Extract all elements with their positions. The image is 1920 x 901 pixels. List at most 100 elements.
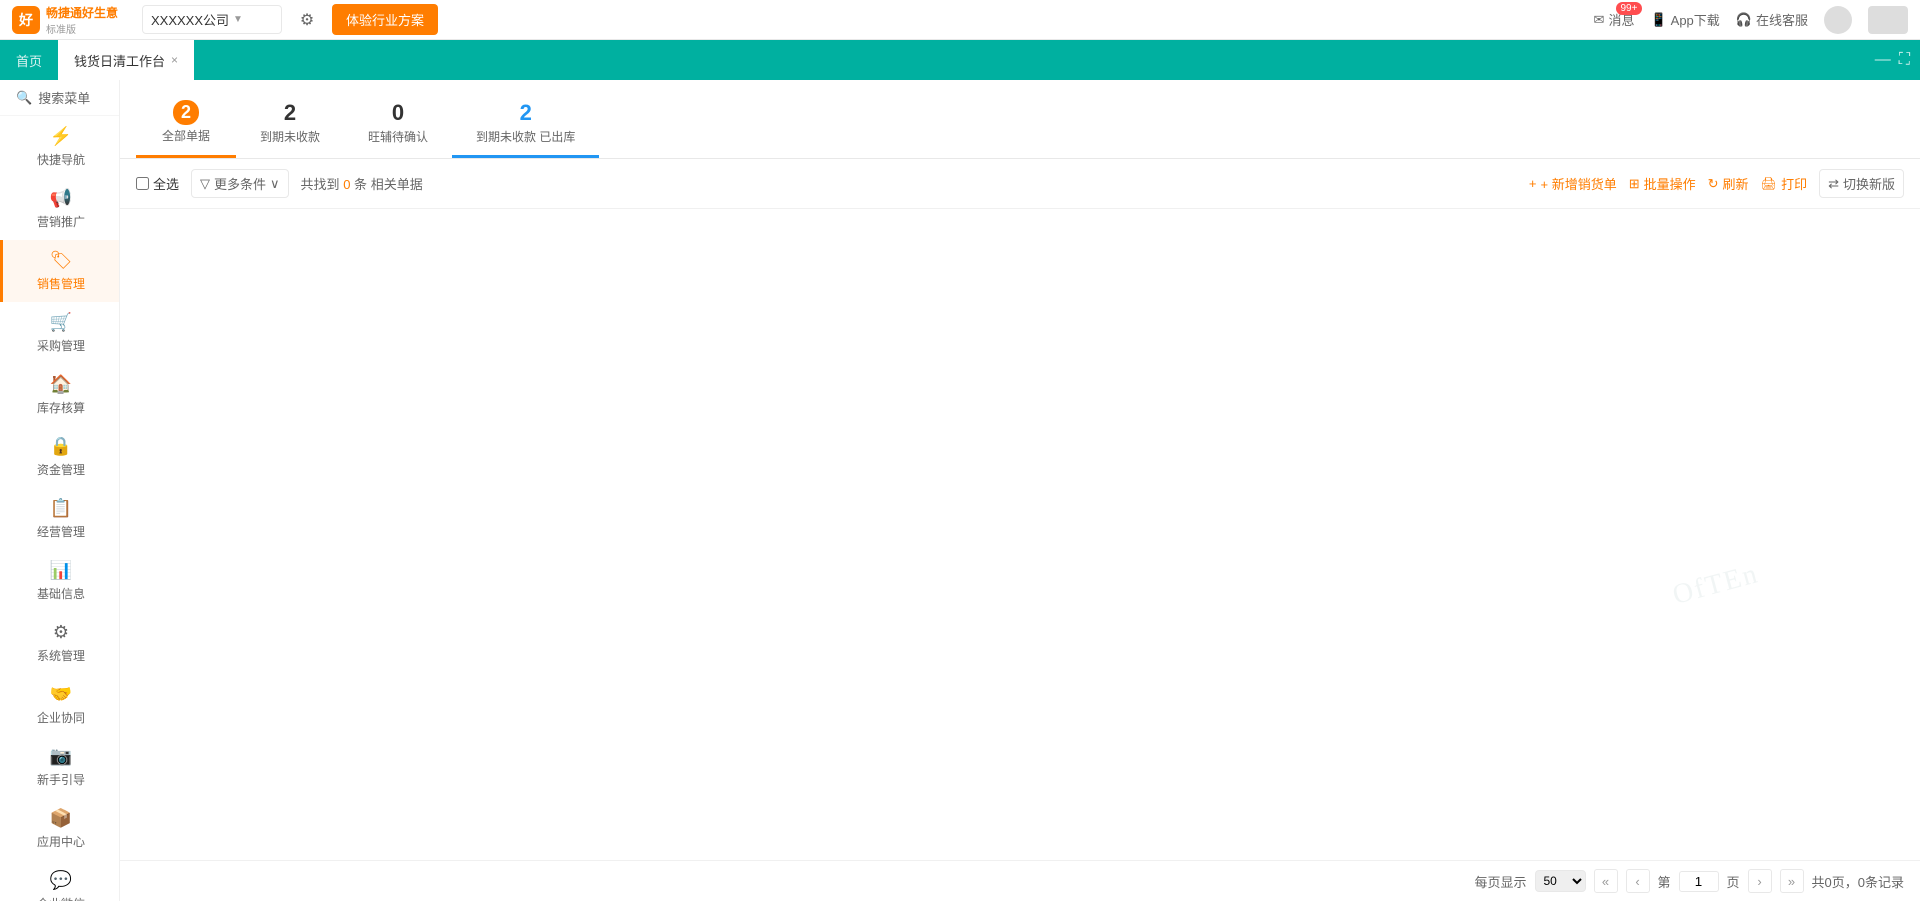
- toolbar: 全选 ▽ 更多条件 ∨ 共找到 0 条 相关单据 + + 新增销货单 ⊞ 批量操…: [120, 159, 1920, 209]
- sidebar-item-label: 企业微信: [37, 895, 85, 901]
- search-icon: 🔍: [16, 90, 32, 106]
- company-name: XXXXXX公司: [151, 10, 229, 29]
- tab-home[interactable]: 首页: [0, 40, 58, 80]
- add-sale-order-button[interactable]: + + 新增销货单: [1529, 174, 1617, 193]
- sidebar-item-label: 销售管理: [37, 275, 85, 292]
- tab-maximize-button[interactable]: ⛶: [1899, 51, 1910, 69]
- status-tab-all-num: 2: [173, 100, 199, 125]
- filter-label: 更多条件: [214, 174, 266, 193]
- sidebar-item-sales[interactable]: 🏷 销售管理: [0, 240, 119, 302]
- pagination: 每页显示 50 100 200 « ‹ 第 页 › » 共0页，0条记录: [120, 860, 1920, 901]
- switch-icon: ⇄: [1828, 176, 1839, 192]
- sidebar-item-inventory[interactable]: 🏠 库存核算: [0, 364, 119, 426]
- page-input[interactable]: [1679, 871, 1719, 892]
- logo-area: 好 畅捷通好生意 标准版: [12, 4, 132, 36]
- sidebar-item-label: 系统管理: [37, 647, 85, 664]
- status-tab-overdue[interactable]: 2 到期未收款: [236, 92, 344, 158]
- message-badge: 99+: [1616, 2, 1643, 15]
- topbar-left: 好 畅捷通好生意 标准版 XXXXXX公司 ▼ ⚙ 体验行业方案: [12, 4, 438, 36]
- marketing-icon: 📢: [50, 188, 72, 209]
- status-tab-overdue-shipped[interactable]: 2 到期未收款 已出库: [452, 92, 599, 158]
- system-icon: ⚙: [53, 622, 69, 643]
- sidebar-item-purchase[interactable]: 🛒 采购管理: [0, 302, 119, 364]
- basic-info-icon: 📊: [50, 560, 72, 581]
- topbar: 好 畅捷通好生意 标准版 XXXXXX公司 ▼ ⚙ 体验行业方案 ✉ 消息 99…: [0, 0, 1920, 40]
- sidebar-item-app-center[interactable]: 📦 应用中心: [0, 798, 119, 860]
- total-label: 共0页，0条记录: [1812, 872, 1904, 891]
- sidebar-item-system[interactable]: ⚙ 系统管理: [0, 612, 119, 674]
- per-page-select[interactable]: 50 100 200: [1535, 870, 1586, 892]
- status-tab-all[interactable]: 2 全部单据: [136, 92, 236, 158]
- sidebar-item-label: 企业协同: [37, 709, 85, 726]
- sidebar-item-label: 快捷导航: [37, 151, 85, 168]
- avatar[interactable]: [1824, 6, 1852, 34]
- status-tab-overdue-shipped-label: 到期未收款 已出库: [476, 128, 575, 145]
- sidebar-item-enterprise[interactable]: 🤝 企业协同: [0, 674, 119, 736]
- refresh-icon: ↻: [1708, 176, 1719, 192]
- sidebar-item-label: 新手引导: [37, 771, 85, 788]
- next-page-button[interactable]: ›: [1748, 869, 1772, 893]
- tab-active[interactable]: 钱货日清工作台 ×: [58, 40, 194, 80]
- guide-icon: 📷: [50, 746, 72, 767]
- app-download-button[interactable]: 📱 App下载: [1650, 10, 1719, 29]
- status-tabs: 2 全部单据 2 到期未收款 0 旺辅待确认 2 到期未收款 已出库: [120, 80, 1920, 159]
- user-menu[interactable]: [1868, 6, 1908, 34]
- last-page-button[interactable]: »: [1780, 869, 1804, 893]
- print-label: 打印: [1781, 174, 1807, 193]
- company-selector[interactable]: XXXXXX公司 ▼: [142, 5, 282, 34]
- print-icon: 🖨: [1761, 176, 1778, 192]
- select-all-checkbox[interactable]: 全选: [136, 174, 179, 193]
- sidebar-item-capital[interactable]: 🔒 资金管理: [0, 426, 119, 488]
- sidebar-item-label: 基础信息: [37, 585, 85, 602]
- watermark: OfTEn: [1670, 558, 1763, 612]
- found-unit: 条: [354, 177, 367, 192]
- message-button[interactable]: ✉ 消息 99+: [1594, 10, 1635, 29]
- refresh-button[interactable]: ↻ 刷新: [1708, 174, 1749, 193]
- select-all-label: 全选: [153, 174, 179, 193]
- select-all-input[interactable]: [136, 177, 149, 190]
- print-button[interactable]: 🖨 打印: [1761, 174, 1808, 193]
- filter-icon: ▽: [200, 176, 210, 192]
- found-count: 0: [343, 177, 350, 192]
- toolbar-right: + + 新增销货单 ⊞ 批量操作 ↻ 刷新 🖨 打印 ⇄ 切换新版: [1529, 169, 1904, 198]
- filter-button[interactable]: ▽ 更多条件 ∨: [191, 169, 289, 198]
- sidebar-item-wechat[interactable]: 💬 企业微信: [0, 860, 119, 901]
- batch-operation-button[interactable]: ⊞ 批量操作: [1629, 174, 1696, 193]
- operations-icon: 📋: [50, 498, 72, 519]
- sidebar-item-quick-nav[interactable]: ⚡ 快捷导航: [0, 116, 119, 178]
- status-tab-wangwang[interactable]: 0 旺辅待确认: [344, 92, 452, 158]
- prev-page-button[interactable]: ‹: [1626, 869, 1650, 893]
- tab-minimize-button[interactable]: —: [1875, 51, 1891, 69]
- add-label: + 新增销货单: [1540, 174, 1616, 193]
- message-icon: ✉: [1594, 12, 1605, 28]
- found-suffix: 相关单据: [371, 177, 423, 192]
- online-service-button[interactable]: 🎧 在线客服: [1736, 10, 1808, 29]
- status-tab-overdue-shipped-num: 2: [520, 100, 532, 126]
- topbar-right: ✉ 消息 99+ 📱 App下载 🎧 在线客服: [1594, 6, 1908, 34]
- tab-active-label: 钱货日清工作台: [74, 51, 165, 70]
- quick-nav-icon: ⚡: [50, 126, 72, 147]
- refresh-label: 刷新: [1723, 174, 1749, 193]
- logo-text: 畅捷通好生意 标准版: [46, 4, 118, 36]
- sidebar: 🔍 搜索菜单 ⚡ 快捷导航 📢 营销推广 🏷 销售管理 🛒 采购管理 🏠 库存核…: [0, 80, 120, 901]
- switch-label: 切换新版: [1843, 174, 1895, 193]
- sidebar-item-marketing[interactable]: 📢 营销推广: [0, 178, 119, 240]
- status-tab-overdue-label: 到期未收款: [260, 128, 320, 145]
- tab-close-icon[interactable]: ×: [171, 53, 178, 67]
- switch-version-button[interactable]: ⇄ 切换新版: [1819, 169, 1904, 198]
- enterprise-icon: 🤝: [50, 684, 72, 705]
- sidebar-item-guide[interactable]: 📷 新手引导: [0, 736, 119, 798]
- sidebar-item-basic-info[interactable]: 📊 基础信息: [0, 550, 119, 612]
- sidebar-search[interactable]: 🔍 搜索菜单: [0, 80, 119, 116]
- capital-icon: 🔒: [50, 436, 72, 457]
- online-service-label: 在线客服: [1756, 10, 1808, 29]
- settings-button[interactable]: ⚙: [292, 5, 322, 35]
- chevron-down-icon: ▼: [233, 14, 243, 25]
- app-download-label: App下载: [1671, 10, 1720, 29]
- first-page-button[interactable]: «: [1594, 869, 1618, 893]
- sidebar-item-label: 库存核算: [37, 399, 85, 416]
- sidebar-item-label: 应用中心: [37, 833, 85, 850]
- sidebar-item-operations[interactable]: 📋 经营管理: [0, 488, 119, 550]
- trial-button[interactable]: 体验行业方案: [332, 4, 438, 35]
- tabbar: 首页 钱货日清工作台 × — ⛶: [0, 40, 1920, 80]
